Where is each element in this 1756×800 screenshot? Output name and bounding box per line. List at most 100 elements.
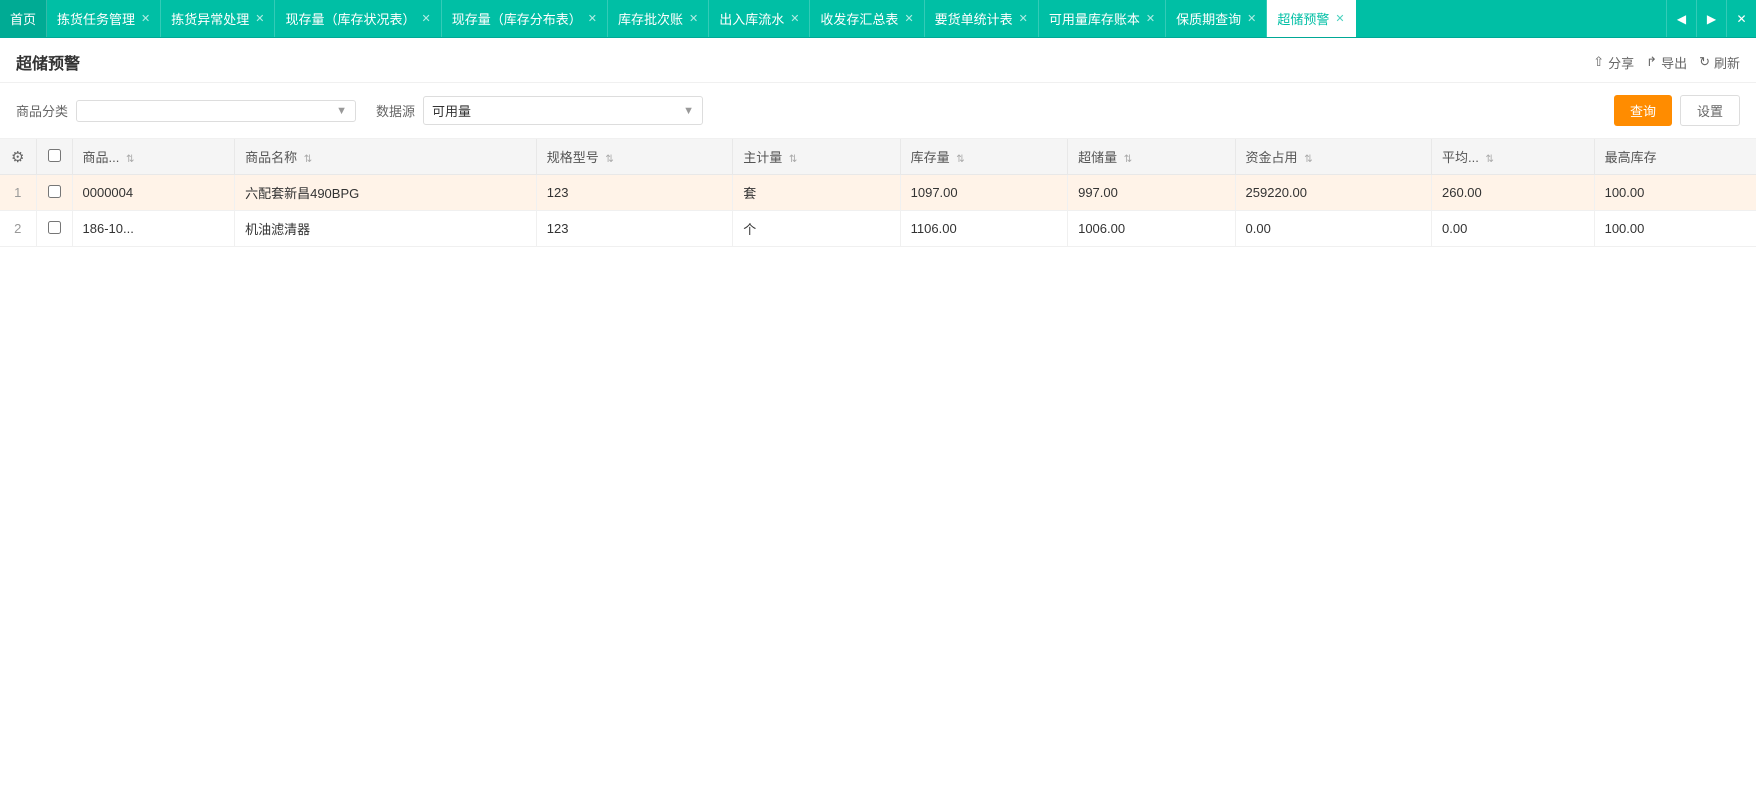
col-label-product-code: 商品... xyxy=(83,150,120,165)
col-header-unit[interactable]: 主计量 ⇅ xyxy=(733,139,900,175)
page-title: 超储预警 xyxy=(16,50,80,74)
settings-gear-icon[interactable] xyxy=(11,150,24,165)
export-icon: ↱ xyxy=(1646,54,1657,70)
sort-icon-product-code: ⇅ xyxy=(126,154,134,165)
nav-label-inventory-dist: 现存量（库存分布表） xyxy=(452,9,582,28)
nav-label-task-mgmt: 拣货任务管理 xyxy=(57,9,135,28)
refresh-button[interactable]: ↻ 刷新 xyxy=(1699,53,1740,72)
cell-unit: 套 xyxy=(733,175,900,211)
refresh-label: 刷新 xyxy=(1714,53,1740,72)
nav-arrow-right[interactable]: ▶ xyxy=(1696,0,1726,37)
nav-label-inventory-batch: 库存批次账 xyxy=(618,9,683,28)
nav-item-inventory-dist[interactable]: 现存量（库存分布表） ✕ xyxy=(442,0,608,37)
datasource-select[interactable]: 可用量 ▼ xyxy=(423,96,703,125)
cell-capital: 0.00 xyxy=(1235,211,1431,247)
nav-item-available-account[interactable]: 可用量库存账本 ✕ xyxy=(1039,0,1166,37)
nav-item-collect[interactable]: 收发存汇总表 ✕ xyxy=(810,0,924,37)
col-header-stock[interactable]: 库存量 ⇅ xyxy=(900,139,1067,175)
query-button[interactable]: 查询 xyxy=(1614,95,1672,126)
nav-label-flow: 出入库流水 xyxy=(719,9,784,28)
nav-item-inventory-status[interactable]: 现存量（库存状况表） ✕ xyxy=(275,0,441,37)
datasource-filter: 数据源 可用量 ▼ xyxy=(376,96,703,125)
cell-product-name: 六配套新昌490BPG xyxy=(235,175,537,211)
col-header-capital[interactable]: 资金占用 ⇅ xyxy=(1235,139,1431,175)
col-header-checkbox[interactable] xyxy=(36,139,72,175)
col-header-max-stock[interactable]: 最高库存 xyxy=(1594,139,1756,175)
nav-item-order-stat[interactable]: 要货单统计表 ✕ xyxy=(925,0,1039,37)
row-checkbox[interactable] xyxy=(48,221,61,234)
nav-item-flow[interactable]: 出入库流水 ✕ xyxy=(709,0,810,37)
table-container: 商品... ⇅ 商品名称 ⇅ 规格型号 ⇅ 主计量 ⇅ xyxy=(0,139,1756,247)
col-header-spec[interactable]: 规格型号 ⇅ xyxy=(536,139,732,175)
share-icon: ⇧ xyxy=(1593,54,1604,70)
col-label-capital: 资金占用 xyxy=(1246,150,1298,165)
table-header-row: 商品... ⇅ 商品名称 ⇅ 规格型号 ⇅ 主计量 ⇅ xyxy=(0,139,1756,175)
cell-product-code: 186-10... xyxy=(72,211,235,247)
nav-arrow-close[interactable]: ✕ xyxy=(1726,0,1756,37)
nav-label-order-stat: 要货单统计表 xyxy=(935,9,1013,28)
filter-buttons: 查询 设置 xyxy=(1614,95,1740,126)
select-all-checkbox[interactable] xyxy=(48,149,61,162)
col-label-stock: 库存量 xyxy=(911,150,950,165)
row-number: 2 xyxy=(0,211,36,247)
nav-item-expiry[interactable]: 保质期查询 ✕ xyxy=(1166,0,1267,37)
sort-icon-unit: ⇅ xyxy=(789,154,797,165)
close-icon-expiry[interactable]: ✕ xyxy=(1247,12,1256,25)
refresh-icon: ↻ xyxy=(1699,54,1710,70)
close-icon-inventory-dist[interactable]: ✕ xyxy=(588,12,597,25)
sort-icon-spec: ⇅ xyxy=(605,154,613,165)
top-navigation: 首页 拣货任务管理 ✕ 拣货异常处理 ✕ 现存量（库存状况表） ✕ 现存量（库存… xyxy=(0,0,1756,38)
nav-arrow-left[interactable]: ◀ xyxy=(1666,0,1696,37)
nav-item-task-mgmt[interactable]: 拣货任务管理 ✕ xyxy=(47,0,161,37)
row-checkbox[interactable] xyxy=(48,185,61,198)
col-header-avg[interactable]: 平均... ⇅ xyxy=(1432,139,1595,175)
col-label-max-stock: 最高库存 xyxy=(1605,150,1657,165)
nav-item-overstock-alert[interactable]: 超储预警 ✕ xyxy=(1267,0,1355,37)
category-select[interactable]: ▼ xyxy=(76,100,356,122)
close-icon-abnormal[interactable]: ✕ xyxy=(255,12,264,25)
nav-item-inventory-batch[interactable]: 库存批次账 ✕ xyxy=(608,0,709,37)
row-checkbox-cell[interactable] xyxy=(36,175,72,211)
datasource-value: 可用量 xyxy=(432,101,471,120)
cell-capital: 259220.00 xyxy=(1235,175,1431,211)
settings-button[interactable]: 设置 xyxy=(1680,95,1740,126)
cell-stock: 1106.00 xyxy=(900,211,1067,247)
nav-arrows: ◀ ▶ ✕ xyxy=(1666,0,1756,37)
nav-label-collect: 收发存汇总表 xyxy=(820,9,898,28)
close-icon-available-account[interactable]: ✕ xyxy=(1146,12,1155,25)
col-header-settings[interactable] xyxy=(0,139,36,175)
cell-overstock: 997.00 xyxy=(1068,175,1235,211)
share-label: 分享 xyxy=(1608,53,1634,72)
close-icon-inventory-status[interactable]: ✕ xyxy=(422,12,431,25)
export-button[interactable]: ↱ 导出 xyxy=(1646,53,1687,72)
cell-avg: 0.00 xyxy=(1432,211,1595,247)
col-header-product-code[interactable]: 商品... ⇅ xyxy=(72,139,235,175)
chevron-down-icon-ds: ▼ xyxy=(683,105,694,117)
col-header-overstock[interactable]: 超储量 ⇅ xyxy=(1068,139,1235,175)
close-icon-inventory-batch[interactable]: ✕ xyxy=(689,12,698,25)
nav-label-abnormal: 拣货异常处理 xyxy=(171,9,249,28)
cell-spec: 123 xyxy=(536,175,732,211)
chevron-down-icon: ▼ xyxy=(336,105,347,117)
page-content: 超储预警 ⇧ 分享 ↱ 导出 ↻ 刷新 商品分类 ▼ 数据源 xyxy=(0,38,1756,800)
col-header-product-name[interactable]: 商品名称 ⇅ xyxy=(235,139,537,175)
close-icon-overstock-alert[interactable]: ✕ xyxy=(1335,12,1344,25)
close-icon-order-stat[interactable]: ✕ xyxy=(1019,12,1028,25)
close-icon-collect[interactable]: ✕ xyxy=(904,12,913,25)
nav-item-abnormal[interactable]: 拣货异常处理 ✕ xyxy=(161,0,275,37)
cell-max-stock: 100.00 xyxy=(1594,211,1756,247)
table-row: 2 186-10... 机油滤清器 123 个 1106.00 1006.00 … xyxy=(0,211,1756,247)
close-icon-task-mgmt[interactable]: ✕ xyxy=(141,12,150,25)
table-body: 1 0000004 六配套新昌490BPG 123 套 1097.00 997.… xyxy=(0,175,1756,247)
filter-bar: 商品分类 ▼ 数据源 可用量 ▼ 查询 设置 xyxy=(0,83,1756,139)
sort-icon-product-name: ⇅ xyxy=(304,154,312,165)
overstock-table: 商品... ⇅ 商品名称 ⇅ 规格型号 ⇅ 主计量 ⇅ xyxy=(0,139,1756,247)
share-button[interactable]: ⇧ 分享 xyxy=(1593,53,1634,72)
row-number: 1 xyxy=(0,175,36,211)
nav-item-home[interactable]: 首页 xyxy=(0,0,47,37)
row-checkbox-cell[interactable] xyxy=(36,211,72,247)
cell-avg: 260.00 xyxy=(1432,175,1595,211)
cell-spec: 123 xyxy=(536,211,732,247)
cell-product-name: 机油滤清器 xyxy=(235,211,537,247)
close-icon-flow[interactable]: ✕ xyxy=(790,12,799,25)
